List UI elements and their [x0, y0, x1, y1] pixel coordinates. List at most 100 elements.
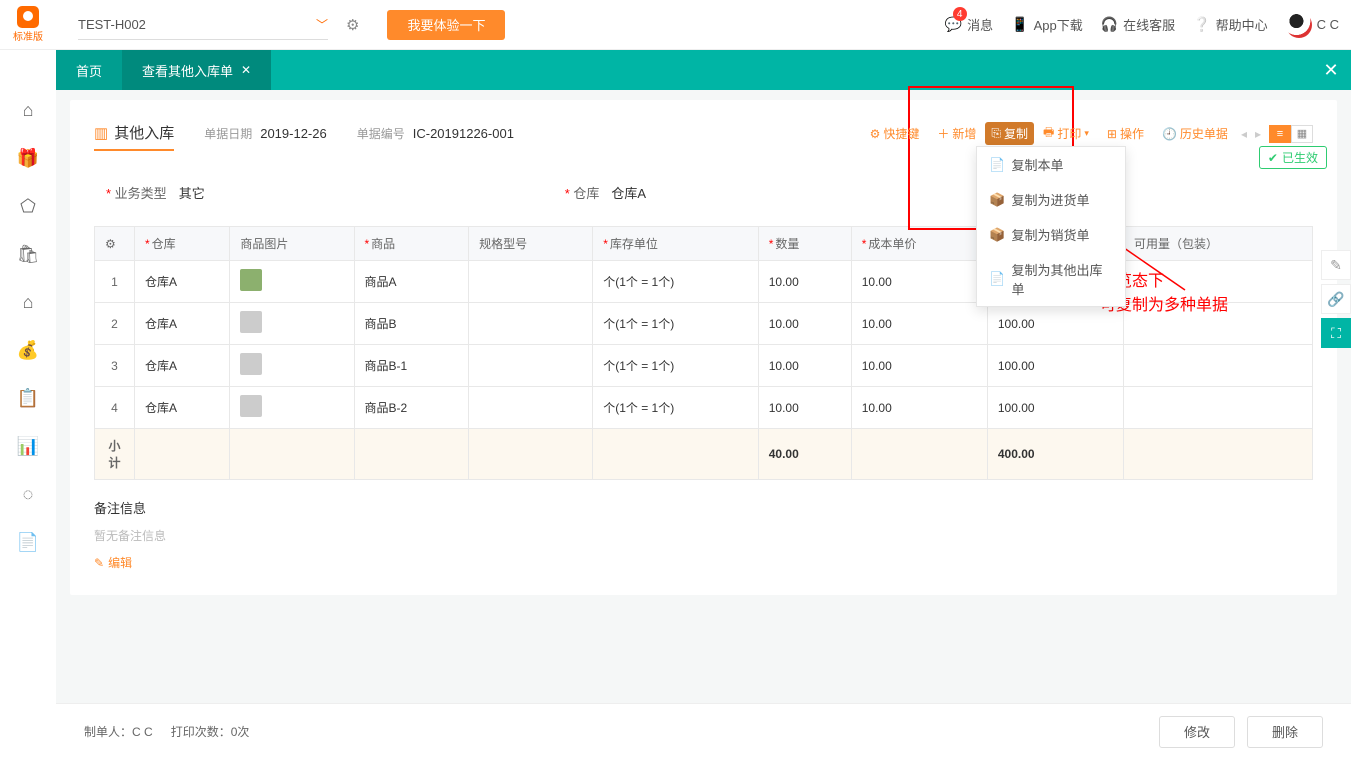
phone-icon: 📱	[1011, 16, 1028, 33]
status-badge: ✔ 已生效	[1259, 146, 1327, 169]
th-avail: 可用量（包装）	[1124, 227, 1313, 261]
th-qty: *数量	[758, 227, 851, 261]
main: 浏览态下 可复制为多种单据 ▥ 其他入库 单据日期 2019-12-26 单据编…	[56, 90, 1351, 703]
print-icon: 🖶	[1043, 123, 1054, 144]
view-list[interactable]: ≡	[1269, 125, 1291, 143]
copy-icon: ⎘	[991, 126, 1001, 141]
tab-active[interactable]: 查看其他入库单 ✕	[122, 50, 271, 90]
shortcut-link[interactable]: ⚙快捷键	[865, 122, 925, 145]
rail-bag-icon[interactable]: 🛍	[18, 244, 38, 264]
left-rail: ⌂ 🎁 ⬠ 🛍 ⌂ 💰 📋 📊 ◌ 📄	[0, 50, 56, 759]
dd-copy-purchase[interactable]: 📦复制为进货单	[977, 182, 1125, 217]
org-selector[interactable]: TEST-H002 ﹀	[78, 10, 328, 40]
messages-link[interactable]: 💬 4 消息	[945, 15, 993, 34]
chevron-down-icon: ﹀	[316, 16, 328, 33]
footer-buttons: 修改 删除	[1159, 716, 1323, 748]
rr-expand-icon[interactable]: ⛶	[1321, 318, 1351, 348]
tabs-close-all[interactable]: ✕	[1311, 50, 1351, 90]
new-button[interactable]: ＋新增	[932, 122, 981, 145]
doc-out-icon: 📄	[989, 271, 1005, 287]
modify-button[interactable]: 修改	[1159, 716, 1235, 748]
th-price: *成本单价	[851, 227, 987, 261]
doc-date: 单据日期 2019-12-26	[204, 125, 327, 142]
box-in-icon: 📦	[989, 192, 1005, 208]
logo-icon	[17, 6, 39, 28]
subtotal-row: 小计 40.00400.00	[95, 429, 1313, 480]
box-out-icon: 📦	[989, 227, 1005, 243]
tabs-bar: 首页 查看其他入库单 ✕ ✕	[0, 50, 1351, 90]
close-icon[interactable]: ✕	[241, 63, 251, 77]
top-header: 标准版 TEST-H002 ﹀ ⚙ 我要体验一下 💬 4 消息 📱 App下载 …	[0, 0, 1351, 50]
view-card[interactable]: ▦	[1291, 125, 1313, 143]
field-warehouse: * 仓库 仓库A	[565, 183, 646, 202]
help-icon: ❔	[1193, 16, 1210, 33]
doc-header: ▥ 其他入库 单据日期 2019-12-26 单据编号 IC-20191226-…	[94, 116, 1313, 163]
headset-icon: 🎧	[1101, 16, 1118, 33]
remarks-section: 备注信息 暂无备注信息 ✎ 编辑	[94, 498, 1313, 571]
dd-copy-this[interactable]: 📄复制本单	[977, 147, 1125, 182]
rail-report-icon[interactable]: 📊	[18, 436, 38, 456]
product-image-icon	[240, 395, 262, 417]
operate-button[interactable]: ⊞操作	[1102, 122, 1149, 145]
logo-label: 标准版	[13, 28, 43, 43]
app-download-link[interactable]: 📱 App下载	[1011, 15, 1083, 34]
rail-money-icon[interactable]: 💰	[18, 340, 38, 360]
rail-clipboard-icon[interactable]: 📋	[18, 388, 38, 408]
history-icon: 🕘	[1162, 127, 1177, 141]
rr-link-icon[interactable]: 🔗	[1321, 284, 1351, 314]
plus-icon: ＋	[937, 125, 949, 142]
dd-copy-other-out[interactable]: 📄复制为其他出库单	[977, 252, 1125, 306]
table-header-row: ⚙ *仓库 商品图片 *商品 规格型号 *库存单位 *数量 *成本单价 *成本金…	[95, 227, 1313, 261]
logo[interactable]: 标准版	[4, 6, 52, 43]
table-row[interactable]: 1 仓库A 商品A 个(1个 = 1个) 10.00 10.00 100.00	[95, 261, 1313, 303]
rail-warehouse-icon[interactable]: ⌂	[18, 292, 38, 312]
product-image-icon	[240, 311, 262, 333]
doc-number: 单据编号 IC-20191226-001	[357, 125, 514, 142]
product-image-icon	[240, 353, 262, 375]
th-spec: 规格型号	[469, 227, 593, 261]
try-button[interactable]: 我要体验一下	[387, 10, 505, 40]
service-link[interactable]: 🎧 在线客服	[1101, 15, 1175, 34]
rail-gift-icon[interactable]: 🎁	[18, 148, 38, 168]
org-name: TEST-H002	[78, 17, 146, 32]
delete-button[interactable]: 删除	[1247, 716, 1323, 748]
gear-small-icon: ⚙	[870, 127, 881, 141]
gear-icon[interactable]: ⚙	[346, 16, 359, 34]
th-unit: *库存单位	[593, 227, 759, 261]
remarks-title: 备注信息	[94, 498, 1313, 517]
table-row[interactable]: 2 仓库A 商品B 个(1个 = 1个) 10.00 10.00 100.00	[95, 303, 1313, 345]
help-link[interactable]: ❔ 帮助中心	[1193, 15, 1267, 34]
footer-info: 制单人：C C 打印次数：0次	[84, 723, 249, 740]
rail-new-icon[interactable]: 📄	[18, 532, 38, 552]
th-img: 商品图片	[230, 227, 354, 261]
prev-icon[interactable]: ◂	[1241, 127, 1247, 141]
table-row[interactable]: 3 仓库A 商品B-1 个(1个 = 1个) 10.00 10.00 100.0…	[95, 345, 1313, 387]
message-badge: 4	[953, 7, 967, 21]
th-gear[interactable]: ⚙	[95, 227, 135, 261]
doc-icon: 📄	[989, 157, 1005, 173]
copy-button[interactable]: ⎘复制	[985, 122, 1034, 145]
footer: 制单人：C C 打印次数：0次 修改 删除	[56, 703, 1351, 759]
history-button[interactable]: 🕘历史单据	[1157, 122, 1233, 145]
rail-refresh-icon[interactable]: ◌	[18, 484, 38, 504]
user-menu[interactable]: C C	[1286, 12, 1339, 38]
check-icon: ✔	[1268, 151, 1278, 165]
rail-house-icon[interactable]: ⬠	[18, 196, 38, 216]
tab-home[interactable]: 首页	[56, 50, 122, 90]
rail-home-icon[interactable]: ⌂	[18, 100, 38, 120]
dd-copy-sales[interactable]: 📦复制为销货单	[977, 217, 1125, 252]
avatar	[1286, 12, 1312, 38]
print-button[interactable]: 🖶打印▾	[1038, 120, 1094, 147]
print-count-info: 打印次数：0次	[171, 723, 250, 740]
next-icon[interactable]: ▸	[1255, 127, 1261, 141]
th-wh: *仓库	[135, 227, 230, 261]
rr-note-icon[interactable]: ✎	[1321, 250, 1351, 280]
edit-remarks-link[interactable]: ✎ 编辑	[94, 554, 1313, 571]
doc-title: ▥ 其他入库	[94, 116, 174, 151]
form-row: * 业务类型 其它 * 仓库 仓库A	[94, 163, 1313, 226]
remarks-empty: 暂无备注信息	[94, 527, 1313, 544]
table-row[interactable]: 4 仓库A 商品B-2 个(1个 = 1个) 10.00 10.00 100.0…	[95, 387, 1313, 429]
doc-type-icon: ▥	[94, 124, 108, 142]
items-table: ⚙ *仓库 商品图片 *商品 规格型号 *库存单位 *数量 *成本单价 *成本金…	[94, 226, 1313, 480]
grid-icon: ⊞	[1107, 127, 1117, 141]
